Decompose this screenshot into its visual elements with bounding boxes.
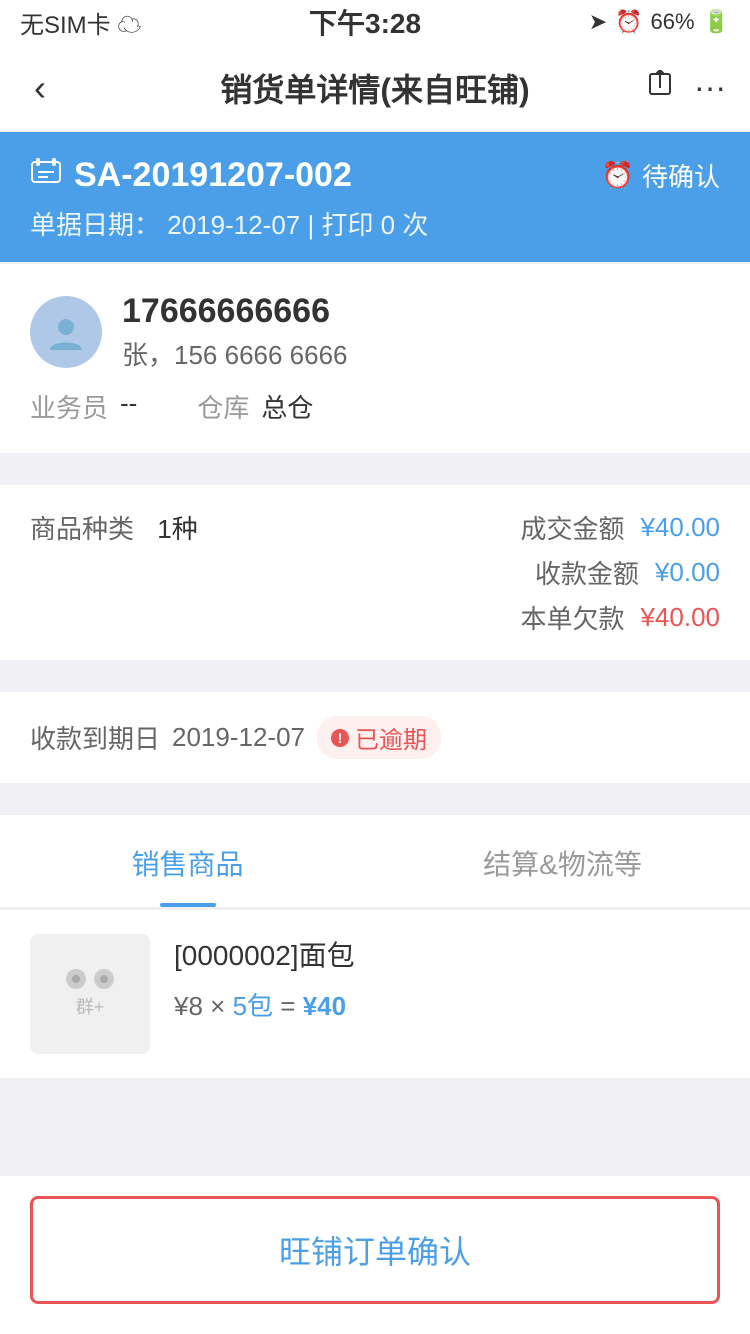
customer-section: 17666666666 张，156 6666 6666 业务员 -- 仓库 总仓 xyxy=(0,264,750,453)
overdue-icon: ! xyxy=(331,729,349,747)
status-left: 无SIM卡 ☁ xyxy=(20,5,141,40)
price-total: ¥40 xyxy=(303,991,346,1021)
customer-name-info: 张，156 6666 6666 xyxy=(122,335,348,372)
status-text: 待确认 xyxy=(642,157,720,194)
due-date-section: 收款到期日 2019-12-07 ! 已逾期 xyxy=(0,692,750,783)
price-quantity: 5包 xyxy=(233,991,273,1021)
divider-3 xyxy=(0,799,750,815)
order-icon xyxy=(30,156,62,195)
amount-label: 成交金额 xyxy=(520,509,624,546)
order-number-text: SA-20191207-002 xyxy=(74,156,352,195)
order-date: 单据日期： 2019-12-07 | 打印 0 次 xyxy=(30,205,720,242)
products-section: 群+ [0000002]面包 ¥8 × 5包 = ¥40 xyxy=(0,910,750,1078)
owed-value: ¥40.00 xyxy=(640,602,720,633)
received-label: 收款金额 xyxy=(535,554,639,591)
order-number: SA-20191207-002 xyxy=(30,156,352,195)
divider-2 xyxy=(0,676,750,692)
warehouse-value: 总仓 xyxy=(261,388,313,425)
alarm-icon: ⏰ xyxy=(615,9,642,35)
customer-phone: 17666666666 xyxy=(122,292,348,331)
divider-1 xyxy=(0,469,750,485)
battery-level: 66% xyxy=(651,9,695,35)
price-unit: ¥8 xyxy=(174,991,203,1021)
warehouse-meta: 仓库 总仓 xyxy=(197,388,313,425)
order-header-card: SA-20191207-002 ⏰ 待确认 单据日期： 2019-12-07 |… xyxy=(0,132,750,262)
received-row: 收款金额 ¥0.00 xyxy=(535,554,720,591)
sales-meta: 业务员 -- xyxy=(30,388,137,425)
sales-value: -- xyxy=(120,388,137,425)
goods-type-value: 1种 xyxy=(157,514,197,544)
product-info: [0000002]面包 ¥8 × 5包 = ¥40 xyxy=(174,934,720,1023)
product-owl-logo: 群+ xyxy=(30,934,150,1054)
owed-row: 本单欠款 ¥40.00 xyxy=(520,599,720,636)
owl-label: 群+ xyxy=(76,993,105,1019)
owl-eye-left xyxy=(66,969,86,989)
nav-bar: ‹ 销货单详情(来自旺铺) ··· xyxy=(0,44,750,132)
battery-icon: 🔋 xyxy=(703,9,730,35)
sales-label: 业务员 xyxy=(30,388,108,425)
status-right: ➤ ⏰ 66% 🔋 xyxy=(589,9,730,35)
product-name: [0000002]面包 xyxy=(174,934,720,974)
location-icon: ➤ xyxy=(589,9,607,35)
nav-right-actions: ··· xyxy=(646,69,726,106)
summary-section: 商品种类 1种 成交金额 ¥40.00 收款金额 ¥0.00 本单欠款 ¥40.… xyxy=(0,485,750,660)
owl-eyes xyxy=(66,969,114,989)
amount-row: 成交金额 ¥40.00 xyxy=(520,509,720,546)
share-button[interactable] xyxy=(646,69,674,106)
goods-type-item: 商品种类 1种 xyxy=(30,509,198,546)
due-date-label: 收款到期日 xyxy=(30,719,160,756)
received-value: ¥0.00 xyxy=(655,557,720,588)
product-price: ¥8 × 5包 = ¥40 xyxy=(174,986,720,1023)
sim-status: 无SIM卡 ☁ xyxy=(20,5,141,40)
summary-amounts: 成交金额 ¥40.00 收款金额 ¥0.00 本单欠款 ¥40.00 xyxy=(520,509,720,636)
more-button[interactable]: ··· xyxy=(694,69,726,106)
tabs-section: 销售商品 结算&物流等 xyxy=(0,815,750,908)
status-time: 下午3:28 xyxy=(309,2,421,42)
owl-eye-right xyxy=(94,969,114,989)
owed-label: 本单欠款 xyxy=(520,599,624,636)
price-multiply: × xyxy=(210,991,232,1021)
warehouse-label: 仓库 xyxy=(197,388,249,425)
page-title: 销货单详情(来自旺铺) xyxy=(220,65,529,111)
confirm-btn-wrap: 旺铺订单确认 xyxy=(0,1176,750,1334)
customer-avatar xyxy=(30,296,102,368)
status-bar: 无SIM卡 ☁ 下午3:28 ➤ ⏰ 66% 🔋 xyxy=(0,0,750,44)
amount-value: ¥40.00 xyxy=(640,512,720,543)
status-clock-icon: ⏰ xyxy=(602,160,634,191)
price-equals: = xyxy=(280,991,302,1021)
tab-settlement[interactable]: 结算&物流等 xyxy=(375,815,750,907)
tab-products[interactable]: 销售商品 xyxy=(0,815,375,907)
order-status-badge: ⏰ 待确认 xyxy=(602,157,720,194)
goods-type-label: 商品种类 xyxy=(30,514,134,544)
overdue-badge: ! 已逾期 xyxy=(317,716,441,759)
product-image: 群+ xyxy=(30,934,150,1054)
confirm-order-button[interactable]: 旺铺订单确认 xyxy=(30,1196,720,1304)
back-button[interactable]: ‹ xyxy=(24,57,56,119)
overdue-text: 已逾期 xyxy=(355,720,427,755)
product-item: 群+ [0000002]面包 ¥8 × 5包 = ¥40 xyxy=(30,934,720,1054)
due-date-value: 2019-12-07 xyxy=(172,722,305,753)
